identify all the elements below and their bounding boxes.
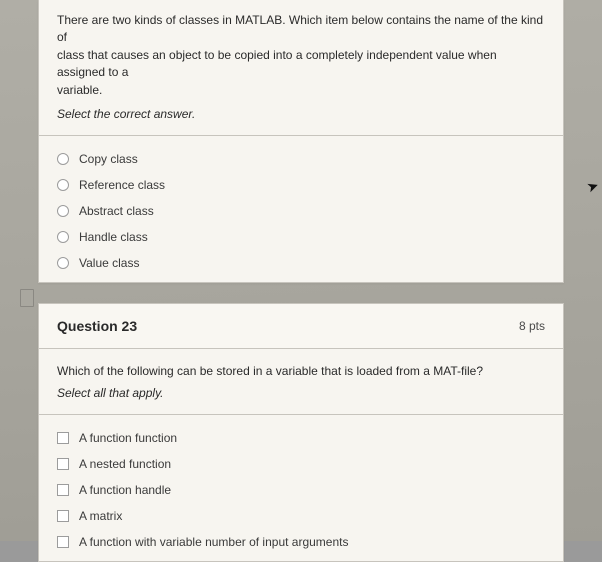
options-group: Copy class Reference class Abstract clas… <box>39 135 563 282</box>
cursor-icon: ➤ <box>585 177 602 197</box>
question-header: Question 23 8 pts <box>39 304 563 349</box>
option-row[interactable]: A nested function <box>39 451 563 477</box>
option-label: A nested function <box>79 457 171 471</box>
option-label: A function with variable number of input… <box>79 535 348 549</box>
option-row[interactable]: Reference class <box>39 172 563 198</box>
option-label: A function handle <box>79 483 171 497</box>
option-row[interactable]: Abstract class <box>39 198 563 224</box>
option-label: Reference class <box>79 178 165 192</box>
option-row[interactable]: A function with variable number of input… <box>39 529 563 555</box>
question-card-prev: There are two kinds of classes in MATLAB… <box>38 0 564 283</box>
option-row[interactable]: Value class <box>39 250 563 276</box>
question-text-line: class that causes an object to be copied… <box>57 48 497 79</box>
checkbox-icon[interactable] <box>57 458 69 470</box>
option-label: Abstract class <box>79 204 154 218</box>
option-row[interactable]: A matrix <box>39 503 563 529</box>
question-title: Question 23 <box>57 318 137 334</box>
option-row[interactable]: A function function <box>39 425 563 451</box>
option-row[interactable]: Handle class <box>39 224 563 250</box>
checkbox-icon[interactable] <box>57 536 69 548</box>
checkbox-icon[interactable] <box>57 432 69 444</box>
question-card-23: Question 23 8 pts Which of the following… <box>38 303 564 562</box>
radio-icon[interactable] <box>57 205 69 217</box>
checkbox-icon[interactable] <box>57 510 69 522</box>
question-text: Which of the following can be stored in … <box>57 363 545 380</box>
select-instruction: Select all that apply. <box>57 386 545 400</box>
bookmark-icon <box>20 289 34 307</box>
radio-icon[interactable] <box>57 231 69 243</box>
options-group: A function function A nested function A … <box>39 414 563 561</box>
option-label: A function function <box>79 431 177 445</box>
quiz-page: ➤ There are two kinds of classes in MATL… <box>0 0 602 541</box>
option-label: A matrix <box>79 509 122 523</box>
radio-icon[interactable] <box>57 257 69 269</box>
option-label: Value class <box>79 256 139 270</box>
question-text-line: There are two kinds of classes in MATLAB… <box>57 13 543 44</box>
question-body: Which of the following can be stored in … <box>39 349 563 414</box>
select-instruction: Select the correct answer. <box>57 107 545 121</box>
option-label: Copy class <box>79 152 138 166</box>
option-row[interactable]: Copy class <box>39 146 563 172</box>
radio-icon[interactable] <box>57 153 69 165</box>
question-text-line: variable. <box>57 83 102 97</box>
question-text: There are two kinds of classes in MATLAB… <box>57 12 545 99</box>
question-points: 8 pts <box>519 319 545 333</box>
radio-icon[interactable] <box>57 179 69 191</box>
option-label: Handle class <box>79 230 148 244</box>
checkbox-icon[interactable] <box>57 484 69 496</box>
question-body: There are two kinds of classes in MATLAB… <box>39 0 563 135</box>
option-row[interactable]: A function handle <box>39 477 563 503</box>
bookmark-button[interactable] <box>18 286 36 310</box>
